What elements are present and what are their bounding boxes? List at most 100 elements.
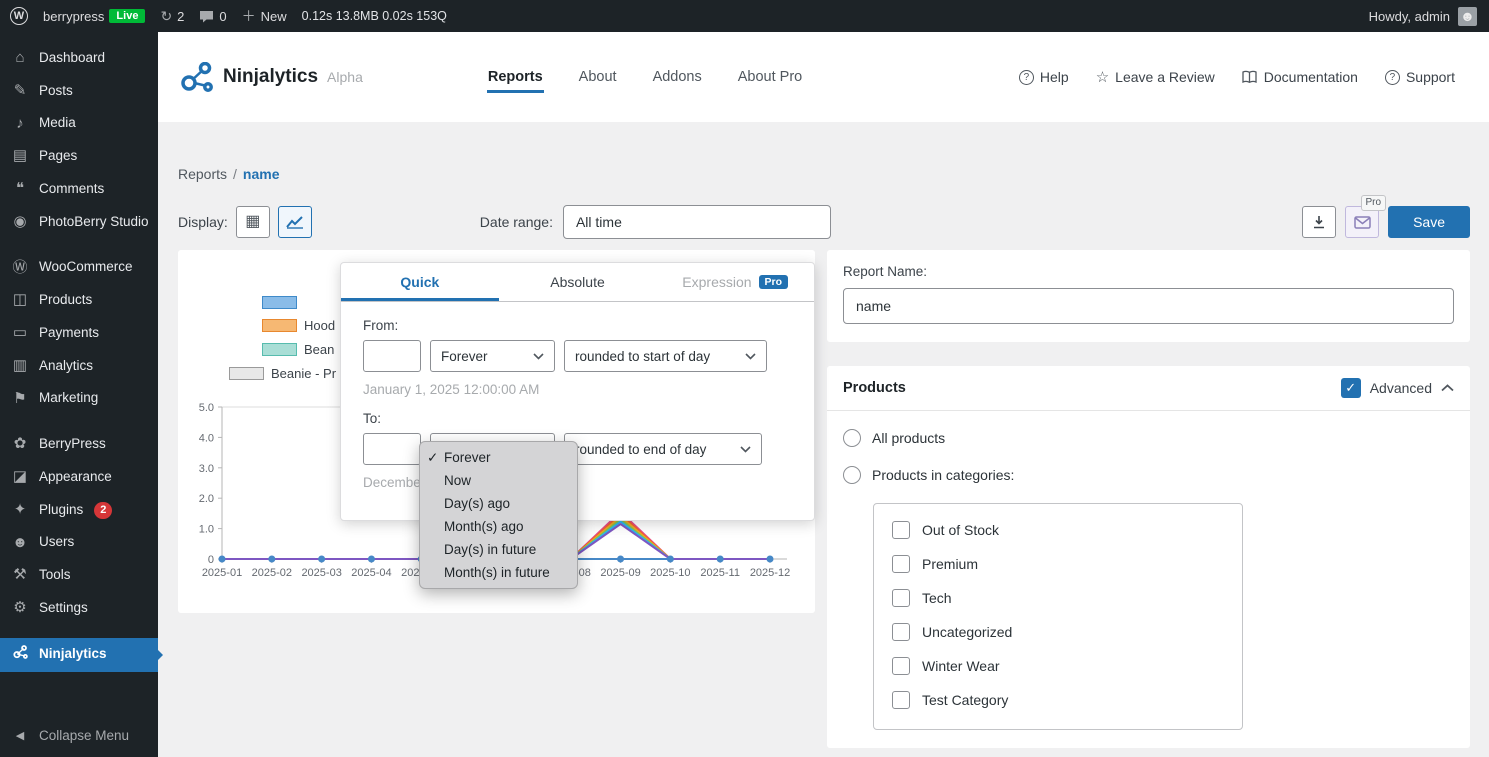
- svg-text:4.0: 4.0: [199, 432, 214, 444]
- to-value-input[interactable]: [363, 433, 421, 465]
- tab-expression[interactable]: Expression Pro: [656, 263, 814, 301]
- sidebar-item-woocommerce[interactable]: ⓌWooCommerce: [0, 252, 158, 285]
- from-unit-select[interactable]: Forever: [430, 340, 555, 372]
- category-uncategorized[interactable]: Uncategorized: [892, 623, 1224, 641]
- nav-tab-reports[interactable]: Reports: [487, 61, 544, 93]
- products-in-categories-option[interactable]: Products in categories:: [843, 466, 1454, 484]
- category-out-of-stock[interactable]: Out of Stock: [892, 521, 1224, 539]
- test-category-checkbox[interactable]: [892, 691, 910, 709]
- sidebar-item-users[interactable]: ☻Users: [0, 527, 158, 560]
- book-icon: [1242, 70, 1258, 84]
- download-button[interactable]: [1302, 206, 1336, 238]
- legend-label: Hood: [304, 318, 335, 333]
- option-months-ago[interactable]: Month(s) ago: [420, 515, 577, 538]
- documentation-link[interactable]: Documentation: [1242, 69, 1358, 85]
- categories-radio[interactable]: [843, 466, 861, 484]
- support-link[interactable]: ?Support: [1385, 69, 1455, 85]
- comments-link[interactable]: 0: [199, 9, 226, 24]
- svg-text:3.0: 3.0: [199, 463, 214, 475]
- plugin-nav: Reports About Addons About Pro: [487, 61, 803, 93]
- all-products-option[interactable]: All products: [843, 429, 1454, 447]
- sidebar-item-berrypress[interactable]: ✿BerryPress: [0, 428, 158, 461]
- howdy-text[interactable]: Howdy, admin: [1369, 9, 1450, 24]
- to-unit-dropdown-menu: ✓Forever Now Day(s) ago Month(s) ago Day…: [419, 441, 578, 589]
- query-monitor-stats[interactable]: 0.12s 13.8MB 0.02s 153Q: [302, 9, 447, 23]
- sidebar-item-media[interactable]: ♪Media: [0, 108, 158, 141]
- sidebar-item-tools[interactable]: ⚒Tools: [0, 559, 158, 592]
- download-icon: [1311, 214, 1327, 230]
- option-days-in-future[interactable]: Day(s) in future: [420, 538, 577, 561]
- save-button[interactable]: Save: [1388, 206, 1470, 238]
- option-days-ago[interactable]: Day(s) ago: [420, 492, 577, 515]
- category-winter-wear[interactable]: Winter Wear: [892, 657, 1224, 675]
- winter-wear-checkbox[interactable]: [892, 657, 910, 675]
- nav-tab-about[interactable]: About: [578, 61, 618, 93]
- display-chart-button[interactable]: [278, 206, 312, 238]
- breadcrumb-current-report[interactable]: name: [243, 166, 280, 182]
- legend-label: Bean: [304, 342, 334, 357]
- to-rounding-select[interactable]: rounded to end of day: [564, 433, 762, 465]
- nav-tab-about-pro[interactable]: About Pro: [737, 61, 804, 93]
- sidebar-item-pages[interactable]: ▤Pages: [0, 140, 158, 173]
- new-content-link[interactable]: ＋ New: [242, 6, 287, 26]
- tab-absolute[interactable]: Absolute: [499, 263, 657, 301]
- user-avatar[interactable]: ☻: [1458, 7, 1477, 26]
- advanced-checkbox[interactable]: ✓: [1341, 378, 1361, 398]
- uncategorized-checkbox[interactable]: [892, 623, 910, 641]
- comments-icon: ❝: [10, 180, 30, 199]
- sidebar-item-analytics[interactable]: ▥Analytics: [0, 350, 158, 383]
- out-of-stock-checkbox[interactable]: [892, 521, 910, 539]
- date-range-input[interactable]: [563, 205, 831, 239]
- sidebar-item-appearance[interactable]: ◪Appearance: [0, 461, 158, 494]
- sidebar-item-plugins[interactable]: ✦Plugins2: [0, 494, 158, 527]
- help-link[interactable]: ?Help: [1019, 69, 1069, 85]
- chevron-up-icon[interactable]: [1441, 384, 1454, 392]
- from-value-input[interactable]: [363, 340, 421, 372]
- category-test-category[interactable]: Test Category: [892, 691, 1224, 709]
- sidebar-item-ninjalytics[interactable]: Ninjalytics: [0, 638, 158, 672]
- breadcrumb-reports[interactable]: Reports: [178, 166, 227, 182]
- tech-checkbox[interactable]: [892, 589, 910, 607]
- option-forever[interactable]: ✓Forever: [420, 446, 577, 469]
- sidebar-item-comments[interactable]: ❝Comments: [0, 173, 158, 206]
- live-badge: Live: [109, 9, 145, 23]
- site-name-link[interactable]: berrypress Live: [43, 9, 145, 24]
- category-tech[interactable]: Tech: [892, 589, 1224, 607]
- premium-checkbox[interactable]: [892, 555, 910, 573]
- table-icon: ▦: [245, 214, 260, 230]
- analytics-icon: ▥: [10, 357, 30, 376]
- appearance-icon: ◪: [10, 468, 30, 487]
- sidebar-item-products[interactable]: ◫Products: [0, 284, 158, 317]
- collapse-arrow-icon: ◀: [10, 730, 30, 744]
- sidebar-item-marketing[interactable]: ⚑Marketing: [0, 383, 158, 416]
- option-months-in-future[interactable]: Month(s) in future: [420, 561, 577, 584]
- category-premium[interactable]: Premium: [892, 555, 1224, 573]
- tab-quick[interactable]: Quick: [341, 263, 499, 301]
- ninjalytics-brand[interactable]: Ninjalytics Alpha: [180, 62, 363, 92]
- sidebar-item-posts[interactable]: ✎Posts: [0, 75, 158, 108]
- all-products-radio[interactable]: [843, 429, 861, 447]
- sidebar-item-settings[interactable]: ⚙Settings: [0, 592, 158, 625]
- sidebar-item-payments[interactable]: ▭Payments: [0, 317, 158, 350]
- sidebar-item-dashboard[interactable]: ⌂Dashboard: [0, 42, 158, 75]
- updates-link[interactable]: ↻ 2: [160, 8, 184, 25]
- wordpress-menu[interactable]: W: [10, 7, 28, 25]
- categories-box: Out of Stock Premium Tech Uncategorized …: [873, 503, 1243, 730]
- svg-text:2025-01: 2025-01: [202, 567, 242, 579]
- advanced-label: Advanced: [1370, 380, 1432, 396]
- svg-text:5.0: 5.0: [199, 402, 214, 414]
- expression-pro-badge: Pro: [759, 275, 789, 289]
- tools-icon: ⚒: [10, 566, 30, 585]
- collapse-menu-button[interactable]: ◀Collapse Menu: [0, 721, 158, 752]
- sidebar-item-photoberry-studio[interactable]: ◉PhotoBerry Studio: [0, 206, 158, 239]
- envelope-icon: [1354, 216, 1371, 229]
- display-table-button[interactable]: ▦: [236, 206, 270, 238]
- nav-tab-addons[interactable]: Addons: [652, 61, 703, 93]
- email-pro-button[interactable]: Pro: [1345, 206, 1379, 238]
- report-name-input[interactable]: [843, 288, 1454, 324]
- berrypress-icon: ✿: [10, 435, 30, 454]
- leave-review-link[interactable]: ☆Leave a Review: [1096, 68, 1215, 86]
- option-now[interactable]: Now: [420, 469, 577, 492]
- from-rounding-select[interactable]: rounded to start of day: [564, 340, 767, 372]
- date-range-popup: Quick Absolute Expression Pro From: Fore…: [340, 262, 815, 521]
